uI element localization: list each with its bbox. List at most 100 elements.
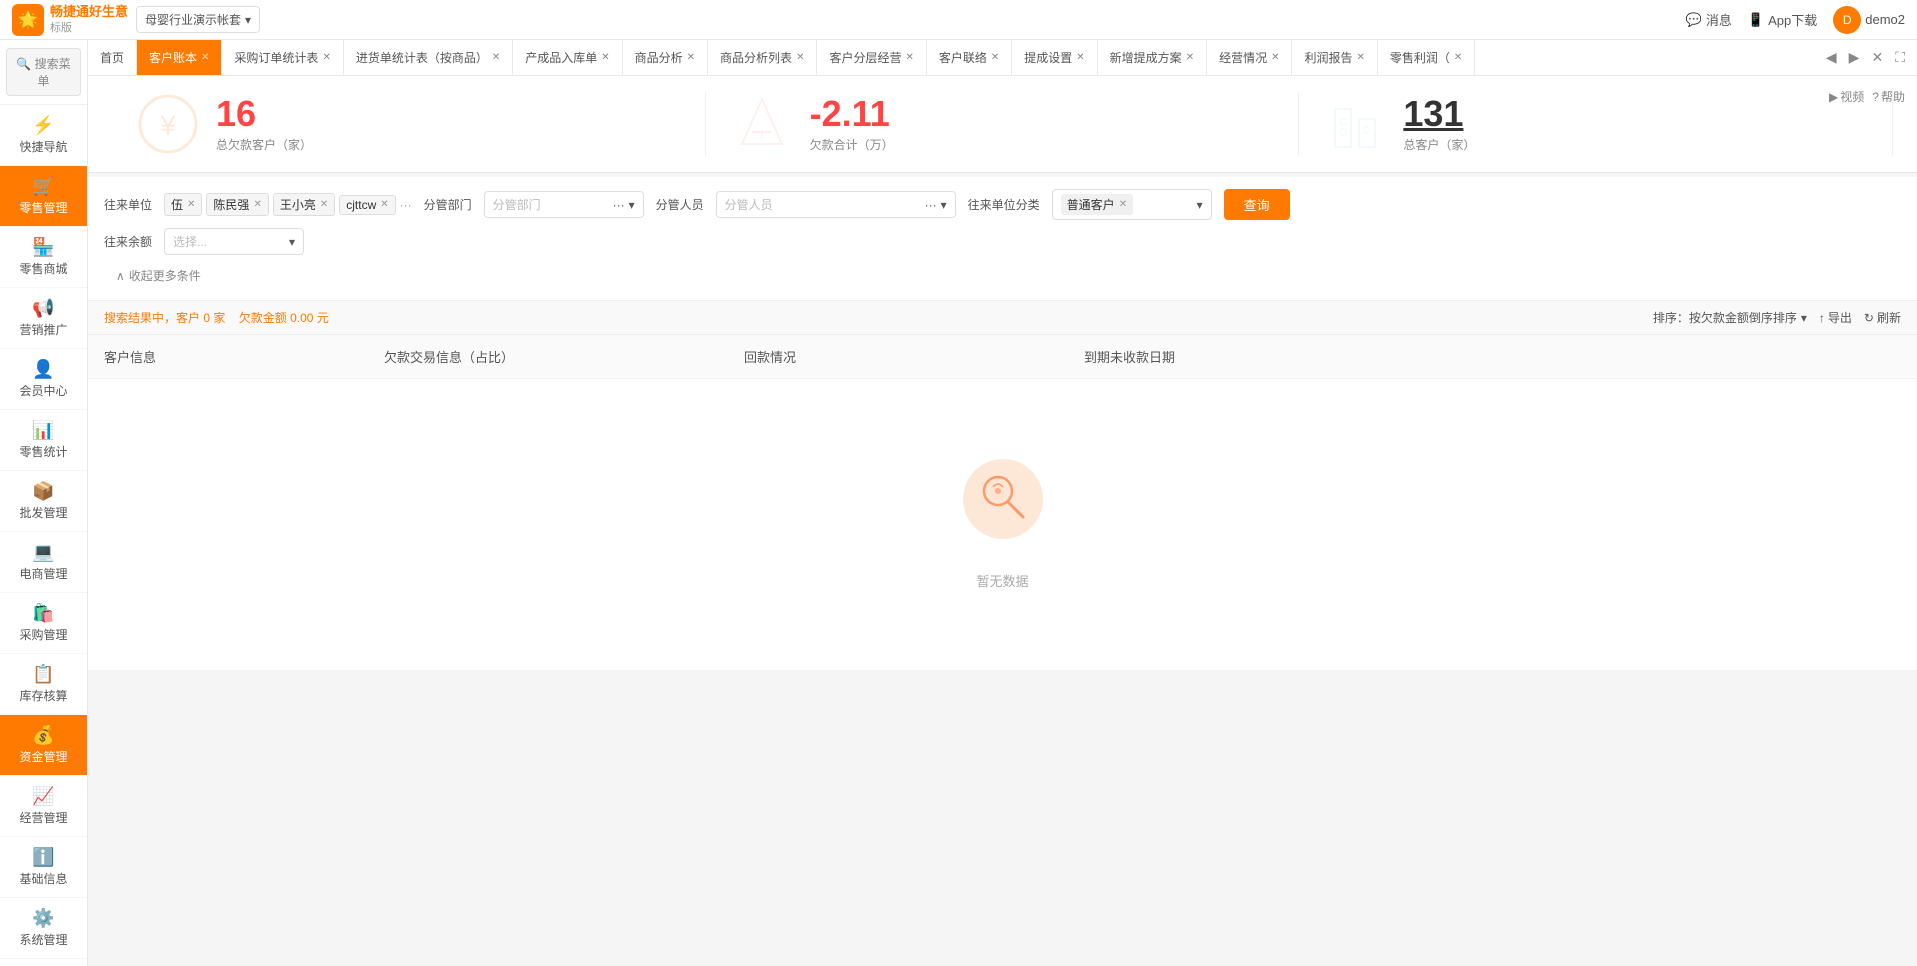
sidebar-item-wholesale[interactable]: 📦 批发管理 [0, 471, 87, 532]
tab-home[interactable]: 首页 [88, 40, 137, 75]
filter-more-tags[interactable]: ··· [400, 198, 412, 212]
stat-label-debt-customers: 总欠款客户（家） [216, 136, 312, 153]
wholesale-label: 批发管理 [19, 504, 67, 521]
filter-tag-cjttcw[interactable]: cjttcw ✕ [339, 195, 395, 215]
sort-label: 排序：按欠款金额倒序排序 [1653, 309, 1797, 326]
sidebar-item-retail[interactable]: 🛒 零售管理 [0, 166, 87, 227]
chevron-down-icon-person: ▾ [941, 198, 947, 212]
tab-operation-status[interactable]: 经营情况 ✕ [1207, 40, 1292, 75]
tab-close-product-analysis[interactable]: ✕ [687, 52, 695, 63]
empty-icon-inner [963, 459, 1043, 539]
tab-inventory-stats[interactable]: 进货单统计表（按商品） ✕ [344, 40, 513, 75]
message-btn[interactable]: 💬 消息 [1686, 10, 1732, 29]
tab-cost-in[interactable]: 产成品入库单 ✕ [513, 40, 622, 75]
empty-state: 暂无数据 [88, 379, 1917, 670]
org-selector[interactable]: 母婴行业演示帐套 ▾ [136, 6, 260, 33]
filter-person-select[interactable]: 分管人员 ··· ▾ [716, 191, 956, 218]
sidebar-item-enterprise[interactable]: 🤝 企业协同 [0, 959, 87, 966]
sidebar-quick-nav[interactable]: ⚡ 快捷导航 [0, 105, 87, 166]
sort-select[interactable]: 排序：按欠款金额倒序排序 ▾ [1653, 309, 1807, 326]
tab-customer-tier[interactable]: 客户分层经营 ✕ [817, 40, 926, 75]
tag-close-chen[interactable]: ✕ [253, 199, 261, 210]
filter-tag-wu[interactable]: 伍 ✕ [164, 193, 202, 216]
tab-product-analysis-label: 商品分析 [635, 49, 683, 66]
sidebar-item-purchase[interactable]: 🛍️ 采购管理 [0, 593, 87, 654]
user-menu[interactable]: D demo2 [1833, 6, 1905, 34]
sidebar-item-marketing[interactable]: 📢 营销推广 [0, 288, 87, 349]
tab-close-customer-contact[interactable]: ✕ [991, 52, 999, 63]
chevron-down-icon: ▾ [245, 13, 251, 27]
refresh-btn[interactable]: ↻ 刷新 [1864, 309, 1901, 326]
filter-dept-placeholder: 分管部门 [493, 196, 541, 213]
tag-close-wu[interactable]: ✕ [187, 199, 195, 210]
tab-close-all-btn[interactable]: ✕ [1867, 47, 1887, 68]
purchase-icon: 🛍️ [32, 603, 54, 624]
sidebar-item-member[interactable]: 👤 会员中心 [0, 349, 87, 410]
member-icon: 👤 [32, 359, 54, 380]
filter-balance-placeholder: 选择... [173, 233, 207, 250]
marketing-label: 营销推广 [19, 321, 67, 338]
tab-close-purchase-order[interactable]: ✕ [322, 52, 330, 63]
tab-customer-book[interactable]: 客户账本 ✕ [137, 40, 222, 75]
tab-close-customer-book[interactable]: ✕ [201, 52, 209, 63]
tab-new-raise[interactable]: 新增提成方案 ✕ [1098, 40, 1207, 75]
tab-raise-settings[interactable]: 提成设置 ✕ [1012, 40, 1097, 75]
filter-tag-wang[interactable]: 王小亮 ✕ [273, 193, 335, 216]
tab-close-customer-tier[interactable]: ✕ [905, 52, 913, 63]
tag-close-wang[interactable]: ✕ [320, 199, 328, 210]
collapse-btn[interactable]: ∧ 收起更多条件 [104, 263, 1901, 288]
tag-close-cjttcw[interactable]: ✕ [380, 199, 388, 210]
filter-tag-chen[interactable]: 陈民强 ✕ [206, 193, 268, 216]
top-bar-left: 🌟 畅捷通好生意 标版 母婴行业演示帐套 ▾ [12, 4, 260, 36]
sidebar-item-finance[interactable]: 💰 资金管理 [0, 715, 87, 776]
stat-text-debt-total: -2.11 欠款合计（万） [810, 96, 894, 153]
refresh-label: 刷新 [1877, 309, 1901, 326]
filter-balance-select[interactable]: 选择... ▾ [164, 228, 304, 255]
sidebar-item-inventory[interactable]: 📋 库存核算 [0, 654, 87, 715]
retail-mall-label: 零售商城 [19, 260, 67, 277]
query-button[interactable]: 查询 [1224, 189, 1290, 220]
export-icon: ↑ [1819, 311, 1825, 325]
top-bar: 🌟 畅捷通好生意 标版 母婴行业演示帐套 ▾ 💬 消息 📱 App下载 D de… [0, 0, 1917, 40]
tag-close-unit-type[interactable]: ✕ [1119, 199, 1127, 210]
doc-help-btn[interactable]: ? 帮助 [1872, 88, 1905, 105]
tab-close-retail-profit[interactable]: ✕ [1454, 52, 1462, 63]
tab-close-raise-settings[interactable]: ✕ [1076, 52, 1084, 63]
tab-close-operation-status[interactable]: ✕ [1271, 52, 1279, 63]
sidebar-item-system[interactable]: ⚙️ 系统管理 [0, 898, 87, 959]
sidebar-item-ecommerce[interactable]: 💻 电商管理 [0, 532, 87, 593]
sidebar-item-operation[interactable]: 📈 经营管理 [0, 776, 87, 837]
tab-profit-report[interactable]: 利润报告 ✕ [1292, 40, 1377, 75]
search-menu-btn[interactable]: 🔍 搜索菜单 [6, 48, 81, 96]
tab-close-product-analysis-list[interactable]: ✕ [796, 52, 804, 63]
chevron-down-icon-dept: ▾ [629, 198, 635, 212]
home-label: 首页 [100, 49, 124, 66]
stat-text-debt-customers: 16 总欠款客户（家） [216, 96, 312, 153]
top-bar-right: 💬 消息 📱 App下载 D demo2 [1686, 6, 1905, 34]
tab-close-inventory-stats[interactable]: ✕ [492, 52, 500, 63]
tab-customer-contact[interactable]: 客户联络 ✕ [927, 40, 1012, 75]
filter-dept-select[interactable]: 分管部门 ··· ▾ [484, 191, 644, 218]
ecommerce-icon: 💻 [32, 542, 54, 563]
tab-retail-profit[interactable]: 零售利润（ ✕ [1378, 40, 1475, 75]
result-prefix: 搜索结果中，客户 [104, 311, 200, 325]
tab-product-analysis-list[interactable]: 商品分析列表 ✕ [708, 40, 817, 75]
tab-next-btn[interactable]: ▶ [1845, 47, 1864, 68]
tab-prev-btn[interactable]: ◀ [1822, 47, 1841, 68]
tab-close-profit-report[interactable]: ✕ [1357, 52, 1365, 63]
filter-unit-type-select[interactable]: 普通客户 ✕ ▾ [1052, 189, 1212, 220]
tab-fullscreen-btn[interactable]: ⛶ [1891, 47, 1909, 68]
sidebar-item-retail-stats[interactable]: 📊 零售统计 [0, 410, 87, 471]
sidebar-item-retail-mall[interactable]: 🏪 零售商城 [0, 227, 87, 288]
tab-close-new-raise[interactable]: ✕ [1186, 52, 1194, 63]
tab-close-cost-in[interactable]: ✕ [601, 52, 609, 63]
filter-person-label: 分管人员 [656, 196, 704, 213]
filter-tag-unit-type: 普通客户 ✕ [1061, 194, 1133, 215]
wholesale-icon: 📦 [32, 481, 54, 502]
tab-purchase-order[interactable]: 采购订单统计表 ✕ [222, 40, 343, 75]
export-btn[interactable]: ↑ 导出 [1819, 309, 1852, 326]
tab-product-analysis[interactable]: 商品分析 ✕ [623, 40, 708, 75]
app-download-btn[interactable]: 📱 App下载 [1748, 10, 1817, 29]
video-help-btn[interactable]: ▶ 视频 [1829, 88, 1864, 105]
sidebar-item-base-info[interactable]: ℹ️ 基础信息 [0, 837, 87, 898]
